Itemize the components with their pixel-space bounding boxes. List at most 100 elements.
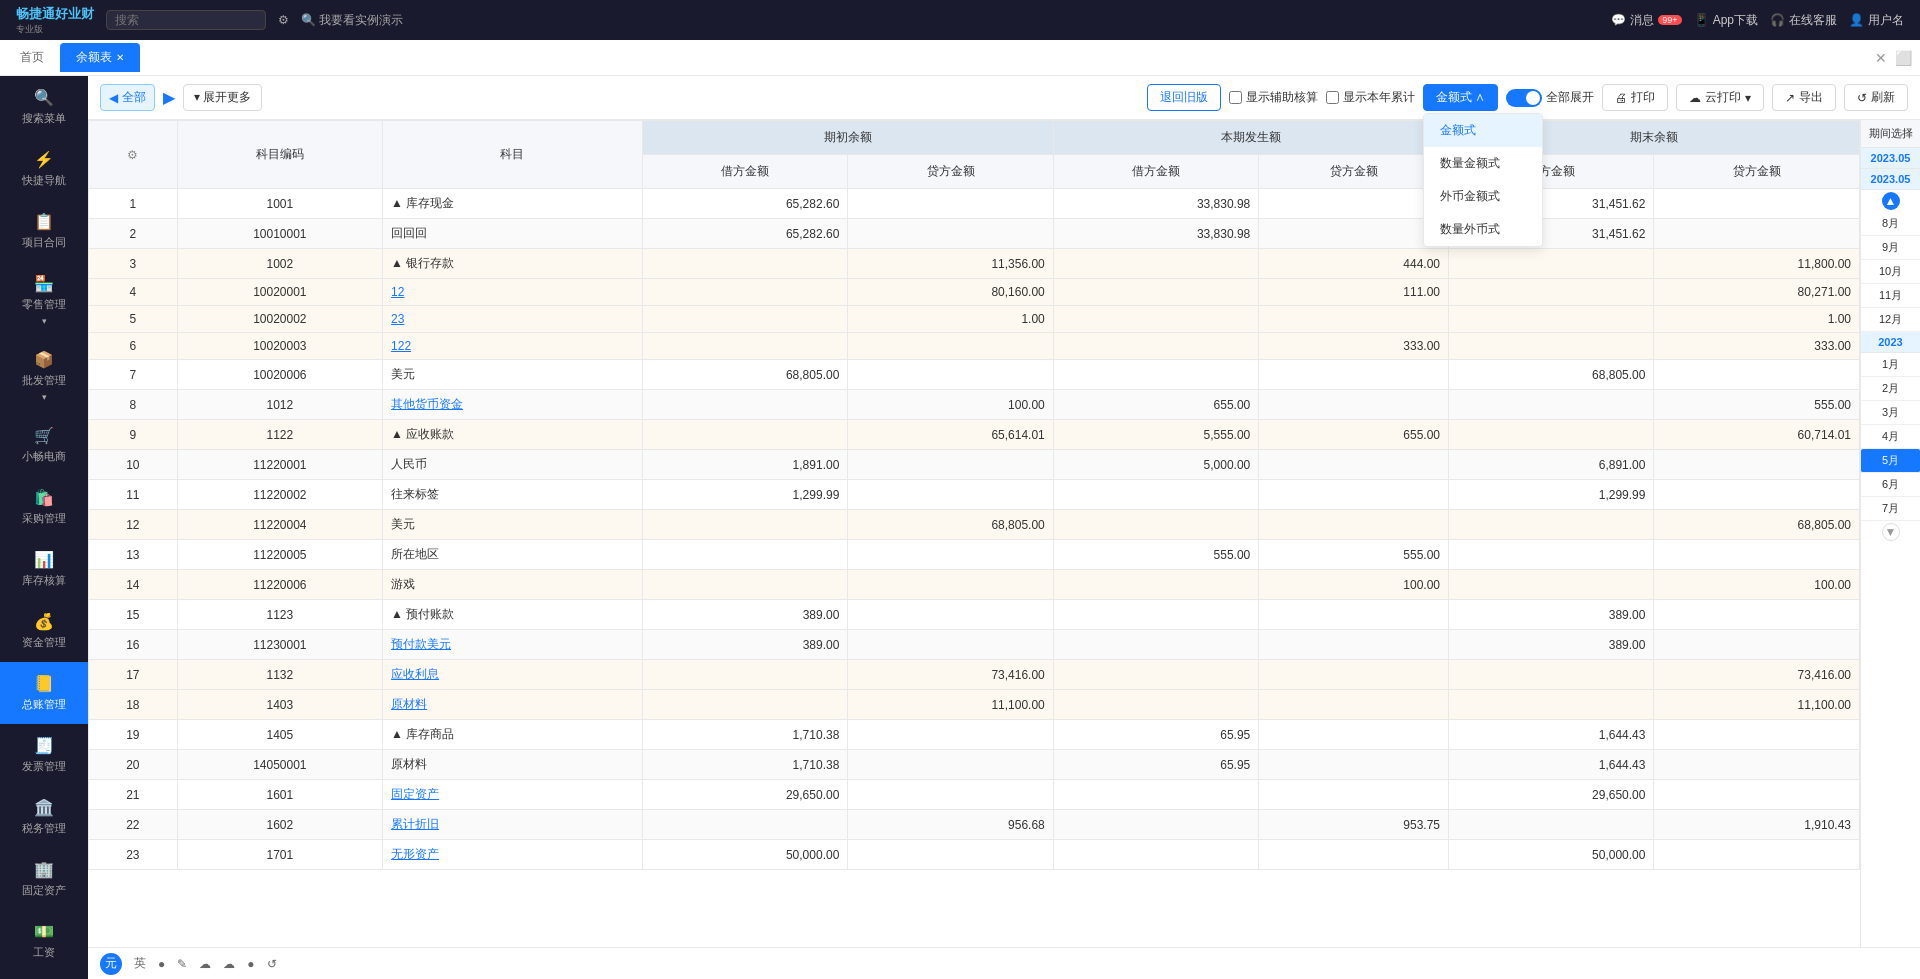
date-item-may[interactable]: 5月 (1861, 449, 1920, 473)
row-code: 11220004 (177, 510, 382, 540)
row-name[interactable]: 应收利息 (383, 660, 643, 690)
tab-home[interactable]: 首页 (8, 43, 56, 72)
row-code: 1602 (177, 810, 382, 840)
row-name[interactable]: 无形资产 (383, 840, 643, 870)
sidebar-item-wholesale[interactable]: 📦 批发管理 ▾ (0, 338, 88, 414)
date-item-jan[interactable]: 1月 (1861, 353, 1920, 377)
refresh-btn[interactable]: ↺ 刷新 (1844, 84, 1908, 111)
row-name[interactable]: 预付款美元 (383, 630, 643, 660)
row-name[interactable]: 固定资产 (383, 780, 643, 810)
date-item-sep[interactable]: 9月 (1861, 236, 1920, 260)
sidebar-item-ledger[interactable]: 📒 总账管理 (0, 662, 88, 724)
sidebar-item-quick-nav[interactable]: ⚡ 快捷导航 (0, 138, 88, 200)
row-name[interactable]: 12 (383, 279, 643, 306)
row-current-debit: 555.00 (1053, 540, 1258, 570)
format-option-foreign-amount[interactable]: 外币金额式 (1424, 180, 1542, 213)
sidebar-item-purchase[interactable]: 🛍️ 采购管理 (0, 476, 88, 538)
row-closing-debit: 50,000.00 (1449, 840, 1654, 870)
date-item-nov[interactable]: 11月 (1861, 284, 1920, 308)
row-closing-credit: 1,910.43 (1654, 810, 1860, 840)
settings-icon[interactable]: ⚙ (278, 13, 289, 27)
sidebar-item-salary[interactable]: 💵 工资 (0, 910, 88, 972)
row-num: 6 (89, 333, 178, 360)
row-name[interactable]: 122 (383, 333, 643, 360)
show-auxiliary-check[interactable]: 显示辅助核算 (1229, 89, 1318, 106)
row-name[interactable]: 原材料 (383, 690, 643, 720)
back-old-btn[interactable]: 退回旧版 (1147, 84, 1221, 111)
scroll-down-btn[interactable]: ▼ (1882, 523, 1900, 541)
balance-table: ⚙ 科目编码 科目 期初余额 本期发生额 期末余额 借方金额 贷方金额 借方金额 (88, 120, 1860, 870)
row-current-debit (1053, 630, 1258, 660)
row-code: 10020006 (177, 360, 382, 390)
online-service-btn[interactable]: 🎧 在线客服 (1770, 12, 1837, 29)
date-year-2023-05-2: 2023.05 (1861, 169, 1920, 190)
sidebar-item-invoice[interactable]: 🧾 发票管理 (0, 724, 88, 786)
window-max-btn[interactable]: ⬜ (1895, 50, 1912, 66)
format-option-amount[interactable]: 金额式 (1424, 114, 1542, 147)
row-name: 美元 (383, 510, 643, 540)
demo-link[interactable]: 🔍 我要看实例演示 (301, 12, 403, 29)
window-close-btn[interactable]: ✕ (1875, 50, 1887, 66)
row-current-debit (1053, 660, 1258, 690)
messages-btn[interactable]: 💬 消息 99+ (1611, 12, 1681, 29)
status-en-btn[interactable]: 英 (134, 955, 146, 972)
refresh-icon: ↺ (1857, 91, 1867, 105)
row-name[interactable]: 累计折旧 (383, 810, 643, 840)
print-btn[interactable]: 🖨 打印 (1602, 84, 1668, 111)
export-btn[interactable]: ↗ 导出 (1772, 84, 1836, 111)
row-current-debit: 5,000.00 (1053, 450, 1258, 480)
status-edit-icon[interactable]: ✎ (177, 957, 187, 971)
nav-right-icon[interactable]: ▶ (163, 88, 175, 107)
top-search-input[interactable] (106, 10, 266, 30)
date-item-mar[interactable]: 3月 (1861, 401, 1920, 425)
export-icon: ↗ (1785, 91, 1795, 105)
expand-more-btn[interactable]: ▾ 展开更多 (183, 84, 262, 111)
format-option-qty-foreign[interactable]: 数量外币式 (1424, 213, 1542, 246)
sidebar-item-search[interactable]: 🔍 搜索菜单 (0, 76, 88, 138)
row-code: 11220005 (177, 540, 382, 570)
table-row: 1011220001人民币1,891.005,000.006,891.00 (89, 450, 1860, 480)
user-avatar[interactable]: 👤 用户名 (1849, 12, 1904, 29)
sidebar-item-retail[interactable]: 🏪 零售管理 ▾ (0, 262, 88, 338)
status-refresh-status[interactable]: ↺ (267, 957, 277, 971)
show-year-check[interactable]: 显示本年累计 (1326, 89, 1415, 106)
row-period-credit: 11,100.00 (848, 690, 1053, 720)
scroll-up-btn[interactable]: ▲ (1882, 192, 1900, 210)
date-item-aug[interactable]: 8月 (1861, 212, 1920, 236)
status-yuan-icon[interactable]: 元 (100, 953, 122, 975)
sidebar-item-ecommerce[interactable]: 🛒 小畅电商 (0, 414, 88, 476)
row-name: 原材料 (383, 750, 643, 780)
expand-all-toggle[interactable]: 全部展开 (1506, 89, 1594, 107)
format-option-qty-amount[interactable]: 数量金额式 (1424, 147, 1542, 180)
status-cloud-icon[interactable]: ☁ (199, 957, 211, 971)
row-name[interactable]: 其他货币资金 (383, 390, 643, 420)
cloud-print-btn[interactable]: ☁ 云打印 ▾ (1676, 84, 1764, 111)
date-item-jul[interactable]: 7月 (1861, 497, 1920, 521)
sidebar-item-tax[interactable]: 🏛️ 税务管理 (0, 786, 88, 848)
row-name[interactable]: 23 (383, 306, 643, 333)
sidebar-item-assets[interactable]: 🏢 固定资产 (0, 848, 88, 910)
app-download-btn[interactable]: 📱 App下载 (1694, 12, 1758, 29)
date-item-dec[interactable]: 12月 (1861, 308, 1920, 332)
all-btn[interactable]: ◀ 全部 (100, 84, 155, 111)
sidebar-item-funds[interactable]: 💰 资金管理 (0, 600, 88, 662)
date-item-jun[interactable]: 6月 (1861, 473, 1920, 497)
sidebar-item-project[interactable]: 📋 项目合同 (0, 200, 88, 262)
tab-balance-sheet[interactable]: 余额表 ✕ (60, 43, 140, 72)
date-item-feb[interactable]: 2月 (1861, 377, 1920, 401)
sidebar-item-inventory[interactable]: 📊 库存核算 (0, 538, 88, 600)
date-item-oct[interactable]: 10月 (1861, 260, 1920, 284)
print-icon: 🖨 (1615, 91, 1627, 105)
format-btn[interactable]: 金额式 ∧ (1423, 84, 1498, 111)
table-row: 81012其他货币资金100.00655.00555.00 (89, 390, 1860, 420)
sidebar-item-operations[interactable]: 📈 经营管理 (0, 972, 88, 979)
row-current-debit: 65.95 (1053, 720, 1258, 750)
row-current-credit: 111.00 (1259, 279, 1449, 306)
row-closing-credit (1654, 750, 1860, 780)
table-settings-icon[interactable]: ⚙ (89, 121, 178, 189)
date-item-apr[interactable]: 4月 (1861, 425, 1920, 449)
tab-close-icon[interactable]: ✕ (116, 52, 124, 63)
status-cloud2-icon[interactable]: ☁ (223, 957, 235, 971)
format-dropdown[interactable]: 金额式 ∧ 金额式 数量金额式 外币金额式 数量外币式 (1423, 84, 1498, 111)
toggle-switch-control[interactable] (1506, 89, 1542, 107)
